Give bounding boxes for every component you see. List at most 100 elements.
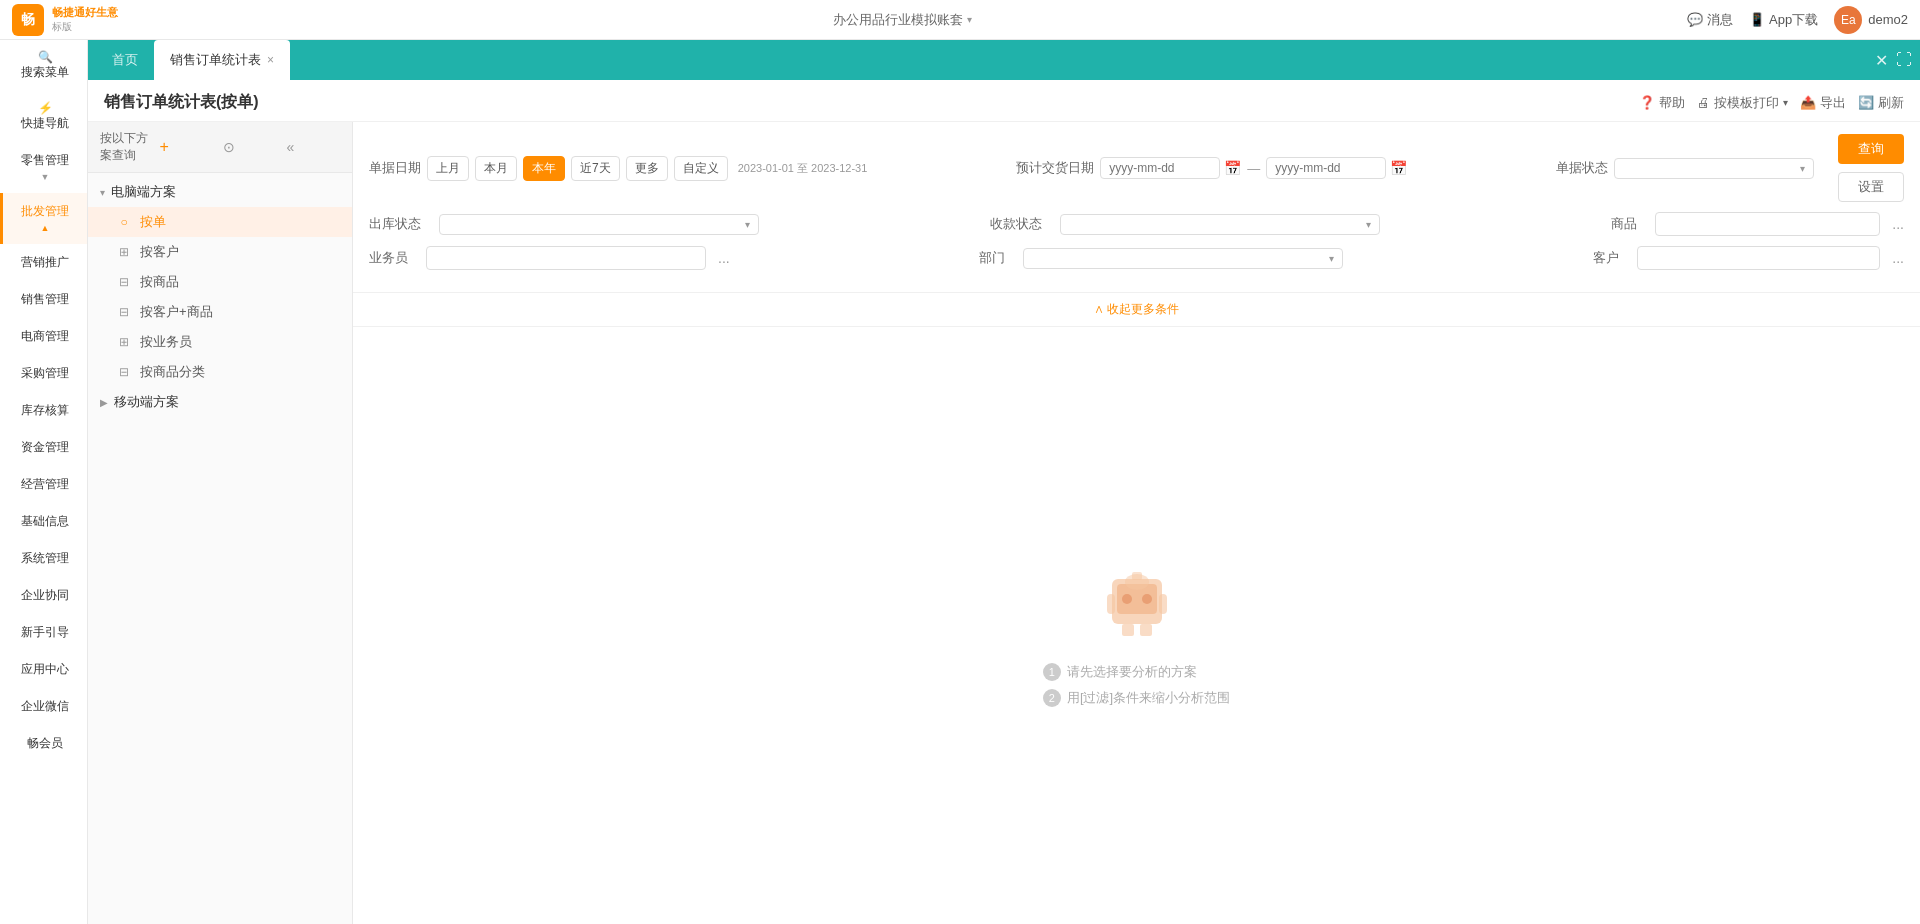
sidebar-item-finance[interactable]: 资金管理 (0, 429, 87, 466)
scheme-add-btn[interactable]: + (160, 138, 214, 156)
avatar: Ea (1834, 6, 1862, 34)
customer-input[interactable] (1637, 246, 1881, 270)
window-maximize-btn[interactable]: ⛶ (1896, 51, 1912, 69)
workspace-dropdown-icon: ▾ (967, 14, 972, 25)
message-btn[interactable]: 💬 消息 (1687, 11, 1733, 29)
expected-date-start-input[interactable] (1100, 157, 1220, 179)
svg-point-2 (1122, 594, 1132, 604)
tab-home[interactable]: 首页 (96, 40, 154, 80)
date-btn-more[interactable]: 更多 (626, 156, 668, 181)
user-section[interactable]: Ea demo2 (1834, 6, 1908, 34)
scheme-item-by-customer-goods[interactable]: ⊟ 按客户+商品 (88, 297, 352, 327)
page-title: 销售订单统计表(按单) (104, 92, 259, 113)
salesperson-label: 业务员 (369, 249, 408, 267)
scheme-item-by-salesperson[interactable]: ⊞ 按业务员 (88, 327, 352, 357)
date-btn-custom[interactable]: 自定义 (674, 156, 728, 181)
workspace-name: 办公用品行业模拟账套 (833, 11, 963, 29)
window-close-btn[interactable]: ✕ (1875, 51, 1888, 70)
sidebar-item-system[interactable]: 系统管理 (0, 540, 87, 577)
help-btn[interactable]: ❓ 帮助 (1639, 94, 1685, 112)
sidebar-item-member[interactable]: 畅会员 (0, 725, 87, 762)
logo-text: 畅 (21, 11, 35, 29)
scheme-item-by-goods[interactable]: ⊟ 按商品 (88, 267, 352, 297)
setting-button[interactable]: 设置 (1838, 172, 1904, 202)
username-label: demo2 (1868, 12, 1908, 27)
tab-bar-actions: ✕ ⛶ (1875, 51, 1912, 70)
print-btn[interactable]: 🖨 按模板打印 ▾ (1697, 94, 1788, 112)
scheme-item-by-category[interactable]: ⊟ 按商品分类 (88, 357, 352, 387)
scheme-item-by-customer[interactable]: ⊞ 按客户 (88, 237, 352, 267)
ship-status-label: 出库状态 (369, 215, 421, 233)
sidebar-item-guide[interactable]: 新手引导 (0, 614, 87, 651)
sidebar-item-shortcuts[interactable]: ⚡ 快捷导航 (0, 91, 87, 142)
query-panel: 单据日期 上月 本月 本年 近7天 更多 自定义 2023-01-01 至 20… (353, 122, 1920, 924)
scheme-panel-header: 按以下方案查询 + ⊙ « (88, 122, 352, 173)
app-download-btn[interactable]: 📱 App下载 (1749, 11, 1818, 29)
date-filter: 单据日期 上月 本月 本年 近7天 更多 自定义 2023-01-01 至 20… (369, 156, 867, 181)
sidebar-item-basic[interactable]: 基础信息 (0, 503, 87, 540)
dept-select[interactable]: ▾ (1023, 248, 1343, 269)
sidebar-item-purchase[interactable]: 采购管理 (0, 355, 87, 392)
empty-icon (1087, 544, 1187, 644)
calendar-start-icon[interactable]: 📅 (1224, 160, 1241, 176)
scheme-group-mobile-header[interactable]: ▶ 移动端方案 (88, 387, 352, 417)
scheme-item-by-order[interactable]: ○ 按单 (88, 207, 352, 237)
scheme-settings-btn[interactable]: ⊙ (223, 139, 277, 155)
sidebar-item-sales[interactable]: 销售管理 (0, 281, 87, 318)
by-customer-icon: ⊞ (116, 244, 132, 260)
app-info: 畅捷通好生意 标版 (52, 5, 118, 34)
sidebar-item-ecommerce[interactable]: 电商管理 (0, 318, 87, 355)
app-title: 畅捷通好生意 (52, 5, 118, 20)
doc-status-select[interactable]: ▾ (1614, 158, 1814, 179)
goods-input[interactable] (1655, 212, 1880, 236)
collapse-btn[interactable]: ∧ 收起更多条件 (353, 293, 1920, 327)
main-layout: 🔍 搜索菜单 ⚡ 快捷导航 零售管理 ▼ 批发管理 ▲ 营销推广 销售管理 电商… (0, 40, 1920, 924)
goods-ellipsis-btn[interactable]: ... (1892, 216, 1904, 232)
salesperson-ellipsis-btn[interactable]: ... (718, 250, 730, 266)
payment-status-select[interactable]: ▾ (1060, 214, 1380, 235)
sidebar-item-collab[interactable]: 企业协同 (0, 577, 87, 614)
expected-date-end-input[interactable] (1266, 157, 1386, 179)
date-btn-7days[interactable]: 近7天 (571, 156, 620, 181)
download-icon: 📱 (1749, 12, 1765, 27)
date-btn-this-year[interactable]: 本年 (523, 156, 565, 181)
tip-item-1: 1 请先选择要分析的方案 (1043, 663, 1230, 681)
refresh-btn[interactable]: 🔄 刷新 (1858, 94, 1904, 112)
scheme-group-desktop-header[interactable]: ▾ 电脑端方案 (88, 177, 352, 207)
sidebar-item-inventory[interactable]: 库存核算 (0, 392, 87, 429)
date-btn-this-month[interactable]: 本月 (475, 156, 517, 181)
shortcuts-icon: ⚡ (7, 101, 83, 115)
scheme-collapse-btn[interactable]: « (287, 139, 341, 155)
sidebar-item-marketing[interactable]: 营销推广 (0, 244, 87, 281)
page-header: 销售订单统计表(按单) ❓ 帮助 🖨 按模板打印 ▾ 📤 导出 (88, 80, 1920, 122)
sidebar-item-retail[interactable]: 零售管理 ▼ (0, 142, 87, 193)
sidebar-item-wholesale[interactable]: 批发管理 ▲ (0, 193, 87, 244)
customer-ellipsis-btn[interactable]: ... (1892, 250, 1904, 266)
svg-rect-6 (1122, 624, 1134, 636)
tab-close-btn[interactable]: × (267, 53, 274, 67)
sidebar-item-wechat[interactable]: 企业微信 (0, 688, 87, 725)
sidebar-item-apps[interactable]: 应用中心 (0, 651, 87, 688)
tab-sales-order-stats[interactable]: 销售订单统计表 × (154, 40, 290, 80)
doc-status-label: 单据状态 (1556, 159, 1608, 177)
desktop-group-arrow: ▾ (100, 187, 105, 198)
workspace-selector[interactable]: 办公用品行业模拟账套 ▾ (833, 11, 972, 29)
ship-status-select[interactable]: ▾ (439, 214, 759, 235)
export-btn[interactable]: 📤 导出 (1800, 94, 1846, 112)
date-btn-prev-month[interactable]: 上月 (427, 156, 469, 181)
by-category-icon: ⊟ (116, 364, 132, 380)
date-separator: — (1247, 161, 1260, 176)
doc-status-filter: 单据状态 ▾ (1556, 158, 1814, 179)
calendar-end-icon[interactable]: 📅 (1390, 160, 1407, 176)
sidebar-item-search[interactable]: 🔍 搜索菜单 (0, 40, 87, 91)
query-button[interactable]: 查询 (1838, 134, 1904, 164)
app-logo: 畅 (12, 4, 44, 36)
filter-area: 单据日期 上月 本月 本年 近7天 更多 自定义 2023-01-01 至 20… (353, 122, 1920, 293)
search-icon: 🔍 (7, 50, 83, 64)
sidebar-item-operations[interactable]: 经营管理 (0, 466, 87, 503)
message-icon: 💬 (1687, 12, 1703, 27)
salesperson-input[interactable] (426, 246, 706, 270)
svg-rect-9 (1132, 572, 1142, 580)
svg-rect-4 (1107, 594, 1115, 614)
page-actions: ❓ 帮助 🖨 按模板打印 ▾ 📤 导出 🔄 刷新 (1639, 94, 1904, 112)
